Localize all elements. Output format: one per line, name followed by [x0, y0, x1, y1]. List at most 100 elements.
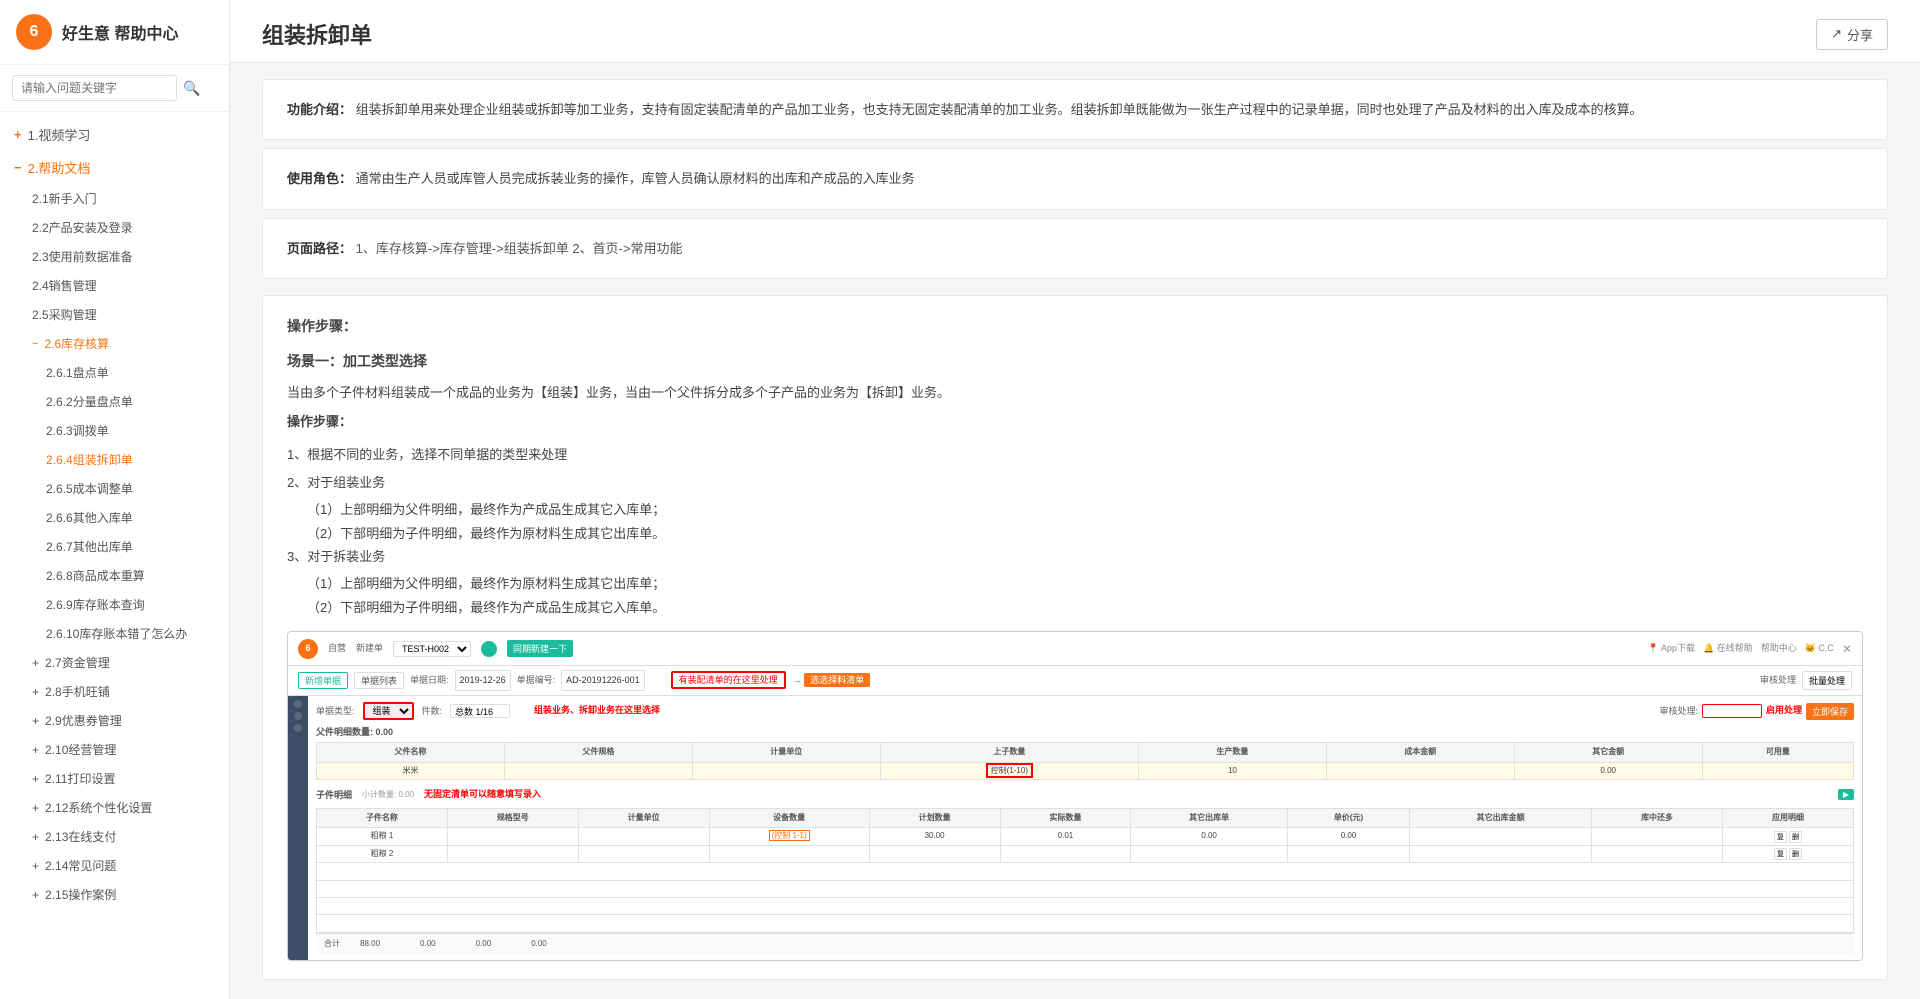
sidebar-sub-label: 2.14常见问题 [45, 857, 116, 874]
lower-expand-btn[interactable]: ▶ [1838, 789, 1854, 800]
row-del-btn-2[interactable]: 删 [1789, 848, 1802, 860]
sidebar-item-ledger-query[interactable]: 2.6.9库存账本查询 [0, 590, 229, 619]
lower-table-row-3 [317, 863, 1854, 880]
upper-td-prod-qty: 10 [1138, 762, 1326, 779]
lower-table-row-6 [317, 915, 1854, 932]
annotation-no-config-fill: 无固定清单可以随意填写录入 [424, 786, 541, 804]
row-copy-btn[interactable]: 复 [1774, 831, 1787, 843]
app-left-icon-bar [288, 696, 308, 960]
sidebar-item-print[interactable]: + 2.11打印设置 [0, 764, 229, 793]
expand-icon-coupon: + [32, 714, 39, 728]
app-nav-new: 新建单 [356, 640, 383, 656]
upper-td-spec [504, 762, 692, 779]
sidebar-item-data-prep[interactable]: 2.3使用前数据准备 [0, 242, 229, 271]
sidebar-item-sales[interactable]: 2.4销售管理 [0, 271, 229, 300]
sidebar-item-help[interactable]: − 2.帮助文档 [0, 151, 229, 184]
app-nav-label: 自营 [328, 640, 346, 656]
sidebar-deep-label: 2.6.5成本调整单 [46, 480, 133, 497]
sidebar-item-video[interactable]: + 1.视频学习 [0, 118, 229, 151]
sidebar-item-payment[interactable]: + 2.13在线支付 [0, 822, 229, 851]
expand-icon-payment: + [32, 830, 39, 844]
toolbar-list-btn[interactable]: 单据列表 [354, 672, 404, 689]
lower-actions: ▶ [1838, 786, 1854, 804]
sidebar-sub-label: 2.1新手入门 [32, 190, 97, 207]
select-bom-btn[interactable]: 选选择料清单 [804, 673, 870, 687]
icon-dot-3 [294, 724, 302, 732]
sidebar-item-partial-stocktake[interactable]: 2.6.2分量盘点单 [0, 387, 229, 416]
sidebar-sub-label: 2.5采购管理 [32, 306, 97, 323]
confirm-btn[interactable]: 立即保存 [1806, 703, 1854, 720]
app-footer: 合计 88.00 0.00 0.00 0.00 [316, 933, 1854, 954]
sidebar-item-customize[interactable]: + 2.12系统个性化设置 [0, 793, 229, 822]
sidebar-item-other-in[interactable]: 2.6.6其他入库单 [0, 503, 229, 532]
sidebar-sub-label: 2.4销售管理 [32, 277, 97, 294]
sidebar-item-install[interactable]: 2.2产品安装及登录 [0, 213, 229, 242]
lower-table: 子件名称 规格型号 计量单位 设备数量 计划数量 实际数量 其它出库单 单价(元… [316, 808, 1854, 933]
expand-icon-faq: + [32, 859, 39, 873]
form-type-select[interactable]: 组装 拆卸 [363, 702, 414, 720]
lower-td-2-actual [1000, 845, 1131, 862]
form-row-type: 单据类型: 组装 拆卸 件数: 组装业务、拆卸业务在这里选择 [316, 702, 1854, 720]
lower-row-actions: 复 删 [1727, 831, 1849, 843]
sidebar-deep-label: 2.6.9库存账本查询 [46, 596, 145, 613]
scene1-title: 场景一：加工类型选择 [287, 349, 1863, 374]
page-title: 组装拆卸单 [262, 18, 372, 50]
row-del-btn[interactable]: 删 [1789, 831, 1802, 843]
sidebar-item-ops[interactable]: + 2.10经营管理 [0, 735, 229, 764]
sidebar-item-beginner[interactable]: 2.1新手入门 [0, 184, 229, 213]
footer-label-total: 合计 [324, 937, 340, 951]
sidebar-item-coupon[interactable]: + 2.9优惠券管理 [0, 706, 229, 735]
sidebar-item-stocktake[interactable]: 2.6.1盘点单 [0, 358, 229, 387]
share-button[interactable]: ↗ 分享 [1816, 19, 1888, 50]
expand-icon-cases: + [32, 888, 39, 902]
batch-btn[interactable]: 批量处理 [1802, 671, 1852, 690]
app-new-btn[interactable]: 同期新建一下 [507, 640, 573, 657]
form-count-input[interactable] [450, 704, 510, 718]
lower-th-6: 实际数量 [1000, 809, 1131, 828]
lower-table-qty-label: 小计数量: 0.00 [362, 788, 414, 802]
lower-td-1-spec [447, 828, 578, 845]
annotation-batch: 启用处理 [1766, 702, 1802, 720]
role-text: 通常由生产人员或库管人员完成拆装业务的操作，库管人员确认原材料的出库和产成品的入… [356, 171, 915, 186]
sidebar-sub-label: 2.8手机旺铺 [45, 683, 110, 700]
sidebar-item-mobile[interactable]: + 2.8手机旺铺 [0, 677, 229, 706]
sidebar-nav: + 1.视频学习 − 2.帮助文档 2.1新手入门 2.2产品安装及登录 2.3… [0, 112, 229, 999]
form-label-type: 单据类型: [316, 703, 355, 719]
sidebar-sub-label: 2.6库存核算 [44, 335, 109, 352]
screenshot-section: 6 自营 新建单 TEST-H002 同期新建一下 📍 App下载 🔔 在线帮助… [287, 631, 1863, 961]
sidebar-item-other-out[interactable]: 2.6.7其他出库单 [0, 532, 229, 561]
sidebar-item-cost-recalc[interactable]: 2.6.8商品成本重算 [0, 561, 229, 590]
sidebar-item-cost-adjust[interactable]: 2.6.5成本调整单 [0, 474, 229, 503]
sidebar-item-assembly[interactable]: 2.6.4组装拆卸单 [0, 445, 229, 474]
func-intro-text: 组装拆卸单用来处理企业组装或拆卸等加工业务，支持有固定装配清单的产品加工业务，也… [356, 102, 1643, 117]
toolbar-new-btn[interactable]: 新增单据 [298, 672, 348, 689]
upper-th-7: 其它金额 [1514, 743, 1702, 762]
form-warehouse-input[interactable]: 默认仓库 [1702, 704, 1762, 718]
sidebar-item-cases[interactable]: + 2.15操作案例 [0, 880, 229, 909]
app-toolbar: 新增单据 单据列表 单据日期: 2019-12-26 单据编号: AD-2019… [288, 666, 1862, 696]
footer-val-2: 0.00 [420, 937, 436, 951]
search-input[interactable] [12, 75, 177, 101]
sidebar-item-faq[interactable]: + 2.14常见问题 [0, 851, 229, 880]
row-copy-btn-2[interactable]: 复 [1774, 848, 1787, 860]
sidebar-deep-label: 2.6.4组装拆卸单 [46, 451, 133, 468]
sidebar-item-label: 2.帮助文档 [28, 158, 91, 177]
sidebar-item-transfer[interactable]: 2.6.3调拨单 [0, 416, 229, 445]
sidebar-sub-label: 2.11打印设置 [45, 770, 115, 787]
sidebar-item-finance[interactable]: + 2.7资金管理 [0, 648, 229, 677]
sidebar-deep-label: 2.6.6其他入库单 [46, 509, 133, 526]
sidebar-item-inventory[interactable]: − 2.6库存核算 [0, 329, 229, 358]
sidebar-item-purchase[interactable]: 2.5采购管理 [0, 300, 229, 329]
share-icon: ↗ [1831, 26, 1842, 42]
lower-table-row-1: 粗粮 1 (控制 1-1) 30.00 0.01 0.00 [317, 828, 1854, 845]
sidebar-item-ledger-fix[interactable]: 2.6.10库存账本错了怎么办 [0, 619, 229, 648]
sidebar-sub-label: 2.9优惠券管理 [45, 712, 122, 729]
step2: 2、对于组装业务 [287, 471, 1863, 494]
app-close-button[interactable]: ✕ [1842, 642, 1852, 656]
app-body: 单据类型: 组装 拆卸 件数: 组装业务、拆卸业务在这里选择 [288, 696, 1862, 960]
app-icon-map: 📍 App下载 [1648, 640, 1695, 656]
search-button[interactable]: 🔍 [183, 80, 200, 97]
app-company-select[interactable]: TEST-H002 [393, 641, 471, 657]
lower-td-1-range: (控制 1-1) [709, 828, 869, 845]
step1: 1、根据不同的业务，选择不同单据的类型来处理 [287, 443, 1863, 466]
